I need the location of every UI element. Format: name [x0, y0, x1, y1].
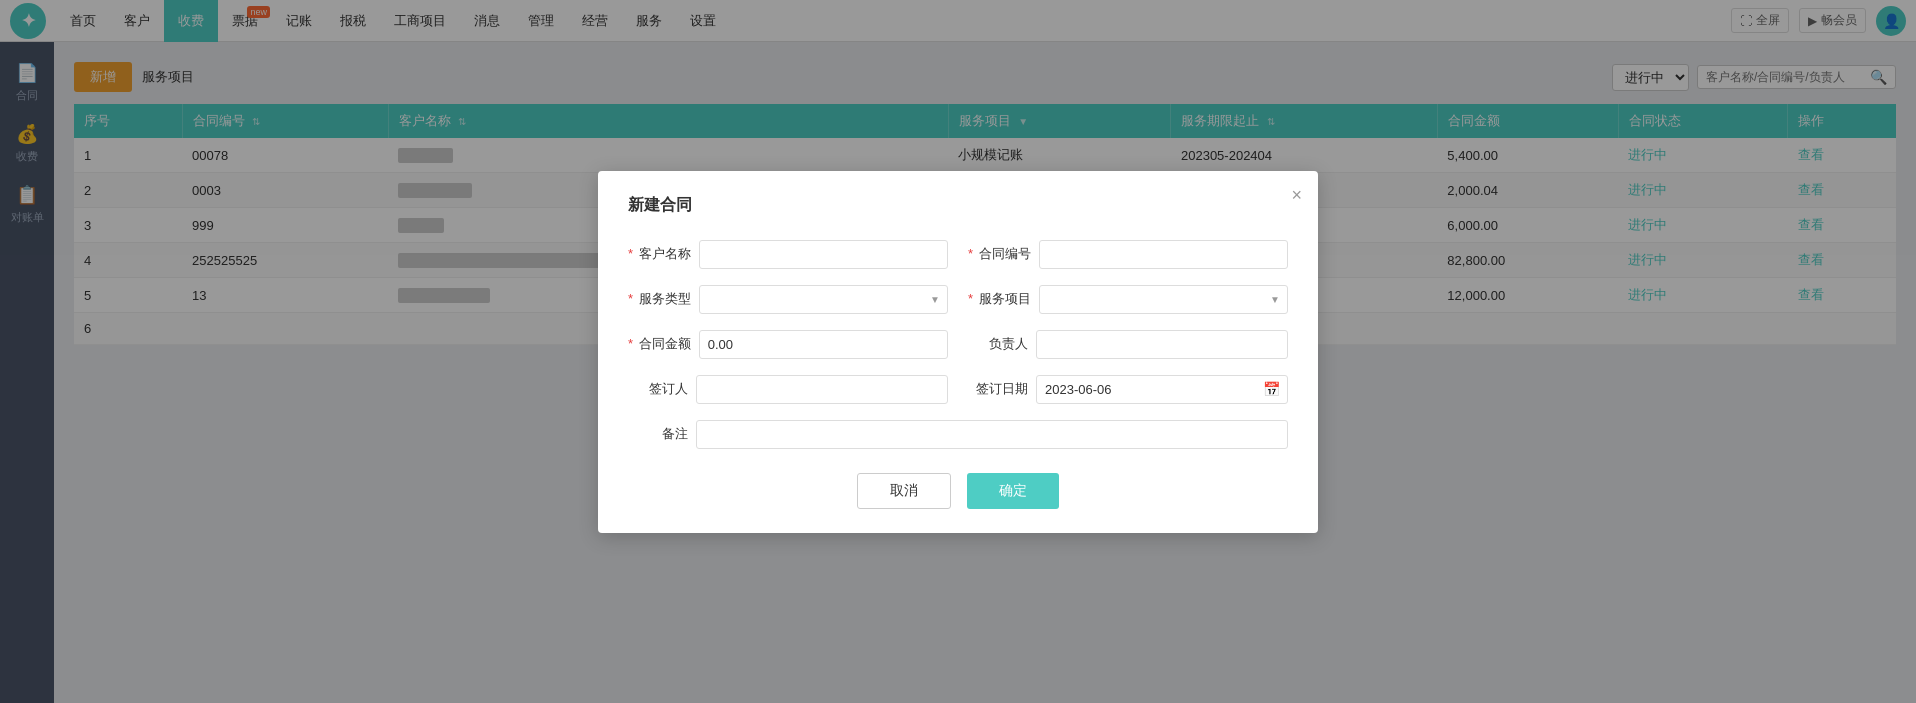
sign-date-label: 签订日期 [968, 380, 1028, 398]
amount-label: * 合同金额 [628, 335, 691, 353]
new-contract-modal: 新建合同 × * 客户名称 * 合同编号 [598, 171, 1318, 533]
service-type-select[interactable] [699, 285, 948, 314]
sign-date-wrapper: 📅 [1036, 375, 1288, 404]
remark-row: 备注 [628, 420, 1288, 449]
remark-input[interactable] [696, 420, 1288, 449]
modal-footer: 取消 确定 [628, 473, 1288, 509]
signer-field: 签订人 [628, 375, 948, 404]
service-type-wrapper [699, 285, 948, 314]
service-item-wrapper [1039, 285, 1288, 314]
responsible-input[interactable] [1036, 330, 1288, 359]
signer-input[interactable] [696, 375, 948, 404]
form-row-3: * 合同金额 负责人 [628, 330, 1288, 359]
customer-name-label: * 客户名称 [628, 245, 691, 263]
amount-field: * 合同金额 [628, 330, 948, 359]
contract-no-field: * 合同编号 [968, 240, 1288, 269]
modal-title: 新建合同 [628, 195, 1288, 216]
form-row-2: * 服务类型 * 服务项目 [628, 285, 1288, 314]
contract-no-label: * 合同编号 [968, 245, 1031, 263]
signer-label: 签订人 [628, 380, 688, 398]
contract-no-input[interactable] [1039, 240, 1288, 269]
form-row-1: * 客户名称 * 合同编号 [628, 240, 1288, 269]
confirm-button[interactable]: 确定 [967, 473, 1059, 509]
sign-date-input[interactable] [1036, 375, 1288, 404]
modal-close-button[interactable]: × [1291, 185, 1302, 206]
service-item-select[interactable] [1039, 285, 1288, 314]
responsible-label: 负责人 [968, 335, 1028, 353]
amount-input[interactable] [699, 330, 948, 359]
service-type-label: * 服务类型 [628, 290, 691, 308]
service-item-field: * 服务项目 [968, 285, 1288, 314]
calendar-icon[interactable]: 📅 [1263, 381, 1280, 397]
customer-name-field: * 客户名称 [628, 240, 948, 269]
service-type-field: * 服务类型 [628, 285, 948, 314]
customer-name-input[interactable] [699, 240, 948, 269]
responsible-field: 负责人 [968, 330, 1288, 359]
modal-overlay: 新建合同 × * 客户名称 * 合同编号 [0, 0, 1916, 703]
form-row-4: 签订人 签订日期 📅 [628, 375, 1288, 404]
sign-date-field: 签订日期 📅 [968, 375, 1288, 404]
remark-label: 备注 [628, 425, 688, 443]
service-item-label: * 服务项目 [968, 290, 1031, 308]
cancel-button[interactable]: 取消 [857, 473, 951, 509]
